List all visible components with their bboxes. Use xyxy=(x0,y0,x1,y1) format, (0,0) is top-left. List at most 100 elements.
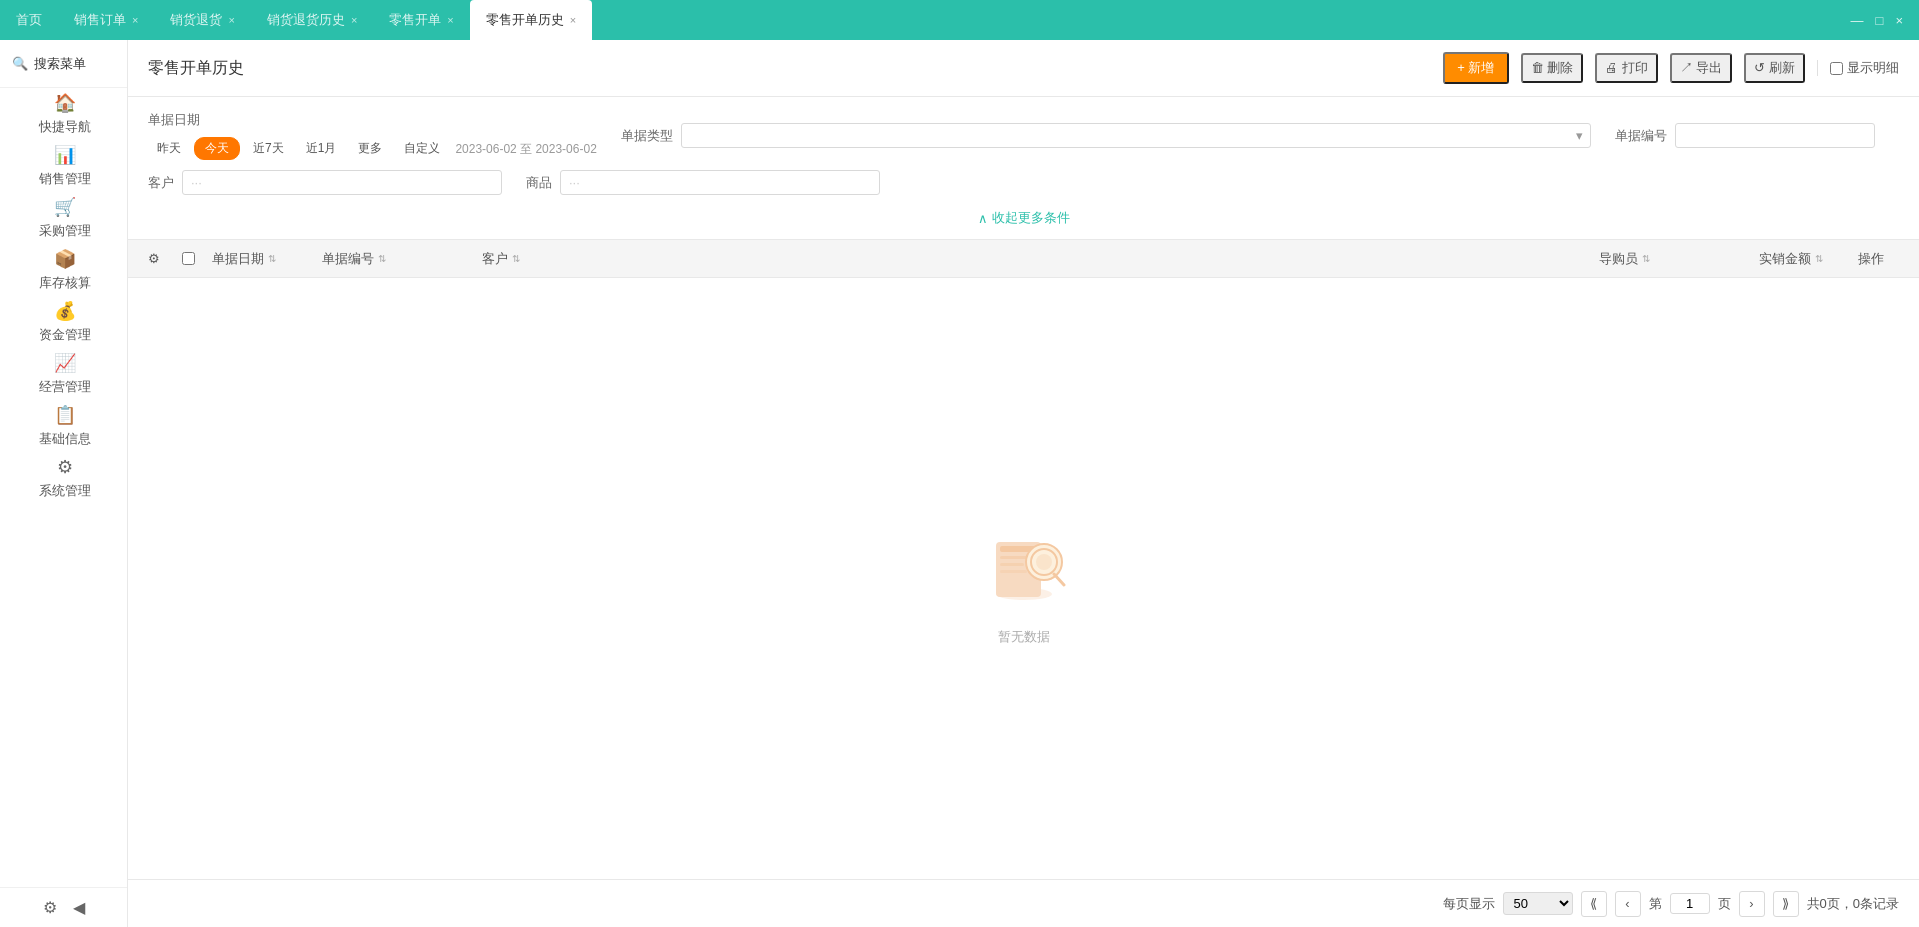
filter-row-1: 单据日期 昨天今天近7天近1月更多自定义2023-06-02 至 2023-06… xyxy=(148,111,1899,160)
tab-首页[interactable]: 首页 xyxy=(0,0,58,40)
page-header: 零售开单历史 + 新增 🗑 删除 🖨 打印 ↗ 导出 ↺ 刷新 显示明细 xyxy=(128,40,1919,97)
print-button[interactable]: 🖨 打印 xyxy=(1595,53,1658,83)
customer-input[interactable] xyxy=(182,170,502,195)
toolbar-divider xyxy=(1817,60,1818,76)
window-minimize[interactable]: — xyxy=(1851,13,1864,28)
sidebar-item-库存核算[interactable]: 📦 库存核算 xyxy=(0,244,127,296)
tab-零售开单历史[interactable]: 零售开单历史 × xyxy=(470,0,592,40)
th-num-sort-icon: ⇅ xyxy=(378,253,386,264)
date-buttons: 昨天今天近7天近1月更多自定义 2023-06-02 至 2023-06-02 xyxy=(148,137,597,160)
th-guide[interactable]: 导购员 ⇅ xyxy=(1591,250,1711,268)
tab-label: 零售开单历史 xyxy=(486,11,564,29)
num-input[interactable] xyxy=(1675,123,1875,148)
collapse-button[interactable]: ∧ 收起更多条件 xyxy=(978,205,1070,231)
type-select-wrapper xyxy=(681,123,1591,148)
sidebar-item-经营管理[interactable]: 📈 经营管理 xyxy=(0,348,127,400)
type-select[interactable] xyxy=(681,123,1591,148)
tab-label: 零售开单 xyxy=(389,11,441,29)
goods-input[interactable] xyxy=(560,170,880,195)
page-last-btn[interactable]: ⟫ xyxy=(1773,891,1799,917)
window-maximize[interactable]: □ xyxy=(1876,13,1884,28)
sidebar-icon: ⚙ xyxy=(57,456,73,478)
th-checkbox[interactable] xyxy=(172,252,204,265)
page-label-post: 页 xyxy=(1718,895,1731,913)
tab-close-icon[interactable]: × xyxy=(132,14,138,26)
tab-list: 首页销售订单×销货退货×销货退货历史×零售开单×零售开单历史× xyxy=(0,0,1835,40)
table-header: ⚙ 单据日期 ⇅ 单据编号 ⇅ 客户 ⇅ 导购员 ⇅ xyxy=(128,240,1919,278)
tab-close-icon[interactable]: × xyxy=(570,14,576,26)
sidebar-icon: 📋 xyxy=(54,404,76,426)
tab-close-icon[interactable]: × xyxy=(447,14,453,26)
sidebar-item-基础信息[interactable]: 📋 基础信息 xyxy=(0,400,127,452)
select-all-checkbox[interactable] xyxy=(182,252,195,265)
sidebar-item-销售管理[interactable]: 📊 销售管理 xyxy=(0,140,127,192)
collapse-icon[interactable]: ◀ xyxy=(73,898,85,917)
date-btn-自定义[interactable]: 自定义 xyxy=(395,137,449,160)
th-num-label: 单据编号 xyxy=(322,250,374,268)
display-detail-text: 显示明细 xyxy=(1847,59,1899,77)
page-next-btn[interactable]: › xyxy=(1739,891,1765,917)
window-close[interactable]: × xyxy=(1895,13,1903,28)
refresh-button[interactable]: ↺ 刷新 xyxy=(1744,53,1805,83)
filter-type: 单据类型 xyxy=(621,123,1591,148)
filter-date: 单据日期 昨天今天近7天近1月更多自定义2023-06-02 至 2023-06… xyxy=(148,111,597,160)
tab-销售订单[interactable]: 销售订单× xyxy=(58,0,154,40)
sidebar-icon: 🛒 xyxy=(54,196,76,218)
th-num[interactable]: 单据编号 ⇅ xyxy=(314,250,474,268)
empty-state: 暂无数据 xyxy=(128,278,1919,879)
filter-num: 单据编号 xyxy=(1615,123,1875,148)
th-date-sort-icon: ⇅ xyxy=(268,253,276,264)
filter-customer: 客户 xyxy=(148,170,502,195)
main-layout: 🔍 搜索菜单 🏠 快捷导航 📊 销售管理 🛒 采购管理 📦 库存核算 💰 资金管… xyxy=(0,40,1919,927)
tab-销货退货历史[interactable]: 销货退货历史× xyxy=(251,0,373,40)
tab-close-icon[interactable]: × xyxy=(351,14,357,26)
empty-illustration xyxy=(974,512,1074,612)
sidebar-icon: 📦 xyxy=(54,248,76,270)
svg-point-9 xyxy=(1036,554,1052,570)
sidebar-item-系统管理[interactable]: ⚙ 系统管理 xyxy=(0,452,127,504)
sidebar-icon: 📈 xyxy=(54,352,76,374)
collapse-label: 收起更多条件 xyxy=(992,209,1070,227)
sidebar-item-快捷导航[interactable]: 🏠 快捷导航 xyxy=(0,88,127,140)
display-detail-label[interactable]: 显示明细 xyxy=(1830,59,1899,77)
page-prev-btn[interactable]: ‹ xyxy=(1615,891,1641,917)
date-btn-近7天[interactable]: 近7天 xyxy=(244,137,293,160)
tab-close-icon[interactable]: × xyxy=(228,14,234,26)
th-amount-label: 实销金额 xyxy=(1759,250,1811,268)
export-button[interactable]: ↗ 导出 xyxy=(1670,53,1733,83)
tab-销货退货[interactable]: 销货退货 × xyxy=(154,0,250,40)
sidebar-search-label: 搜索菜单 xyxy=(34,55,86,73)
th-amount-sort-icon: ⇅ xyxy=(1815,253,1823,264)
per-page-select[interactable]: 50 10 20 100 xyxy=(1503,892,1573,915)
num-label: 单据编号 xyxy=(1615,127,1667,145)
sidebar-search[interactable]: 🔍 搜索菜单 xyxy=(0,40,127,88)
th-customer[interactable]: 客户 ⇅ xyxy=(474,250,1591,268)
th-settings[interactable]: ⚙ xyxy=(136,251,172,266)
display-detail-checkbox[interactable] xyxy=(1830,62,1843,75)
goods-label: 商品 xyxy=(526,174,552,192)
date-btn-更多[interactable]: 更多 xyxy=(349,137,391,160)
date-btn-近1月[interactable]: 近1月 xyxy=(297,137,346,160)
date-btn-今天[interactable]: 今天 xyxy=(194,137,240,160)
th-date[interactable]: 单据日期 ⇅ xyxy=(204,250,314,268)
page-input[interactable] xyxy=(1670,893,1710,914)
date-range-text: 2023-06-02 至 2023-06-02 xyxy=(455,141,596,158)
date-btn-昨天[interactable]: 昨天 xyxy=(148,137,190,160)
th-customer-sort-icon: ⇅ xyxy=(512,253,520,264)
sidebar-bottom: ⚙ ◀ xyxy=(0,887,127,927)
sidebar-item-资金管理[interactable]: 💰 资金管理 xyxy=(0,296,127,348)
delete-button[interactable]: 🗑 删除 xyxy=(1521,53,1584,83)
th-ops: 操作 xyxy=(1831,250,1911,268)
th-amount[interactable]: 实销金额 ⇅ xyxy=(1711,250,1831,268)
sidebar-item-采购管理[interactable]: 🛒 采购管理 xyxy=(0,192,127,244)
top-bar: 首页销售订单×销货退货×销货退货历史×零售开单×零售开单历史× — □ × xyxy=(0,0,1919,40)
add-button[interactable]: + 新增 xyxy=(1443,52,1508,84)
page-title: 零售开单历史 xyxy=(148,58,244,79)
page-first-btn[interactable]: ⟪ xyxy=(1581,891,1607,917)
svg-rect-5 xyxy=(1000,570,1027,573)
filter-goods: 商品 xyxy=(526,170,880,195)
tab-label: 销货退货 xyxy=(170,11,222,29)
settings-icon[interactable]: ⚙ xyxy=(43,898,57,917)
th-ops-label: 操作 xyxy=(1858,250,1884,268)
tab-零售开单[interactable]: 零售开单 × xyxy=(373,0,469,40)
